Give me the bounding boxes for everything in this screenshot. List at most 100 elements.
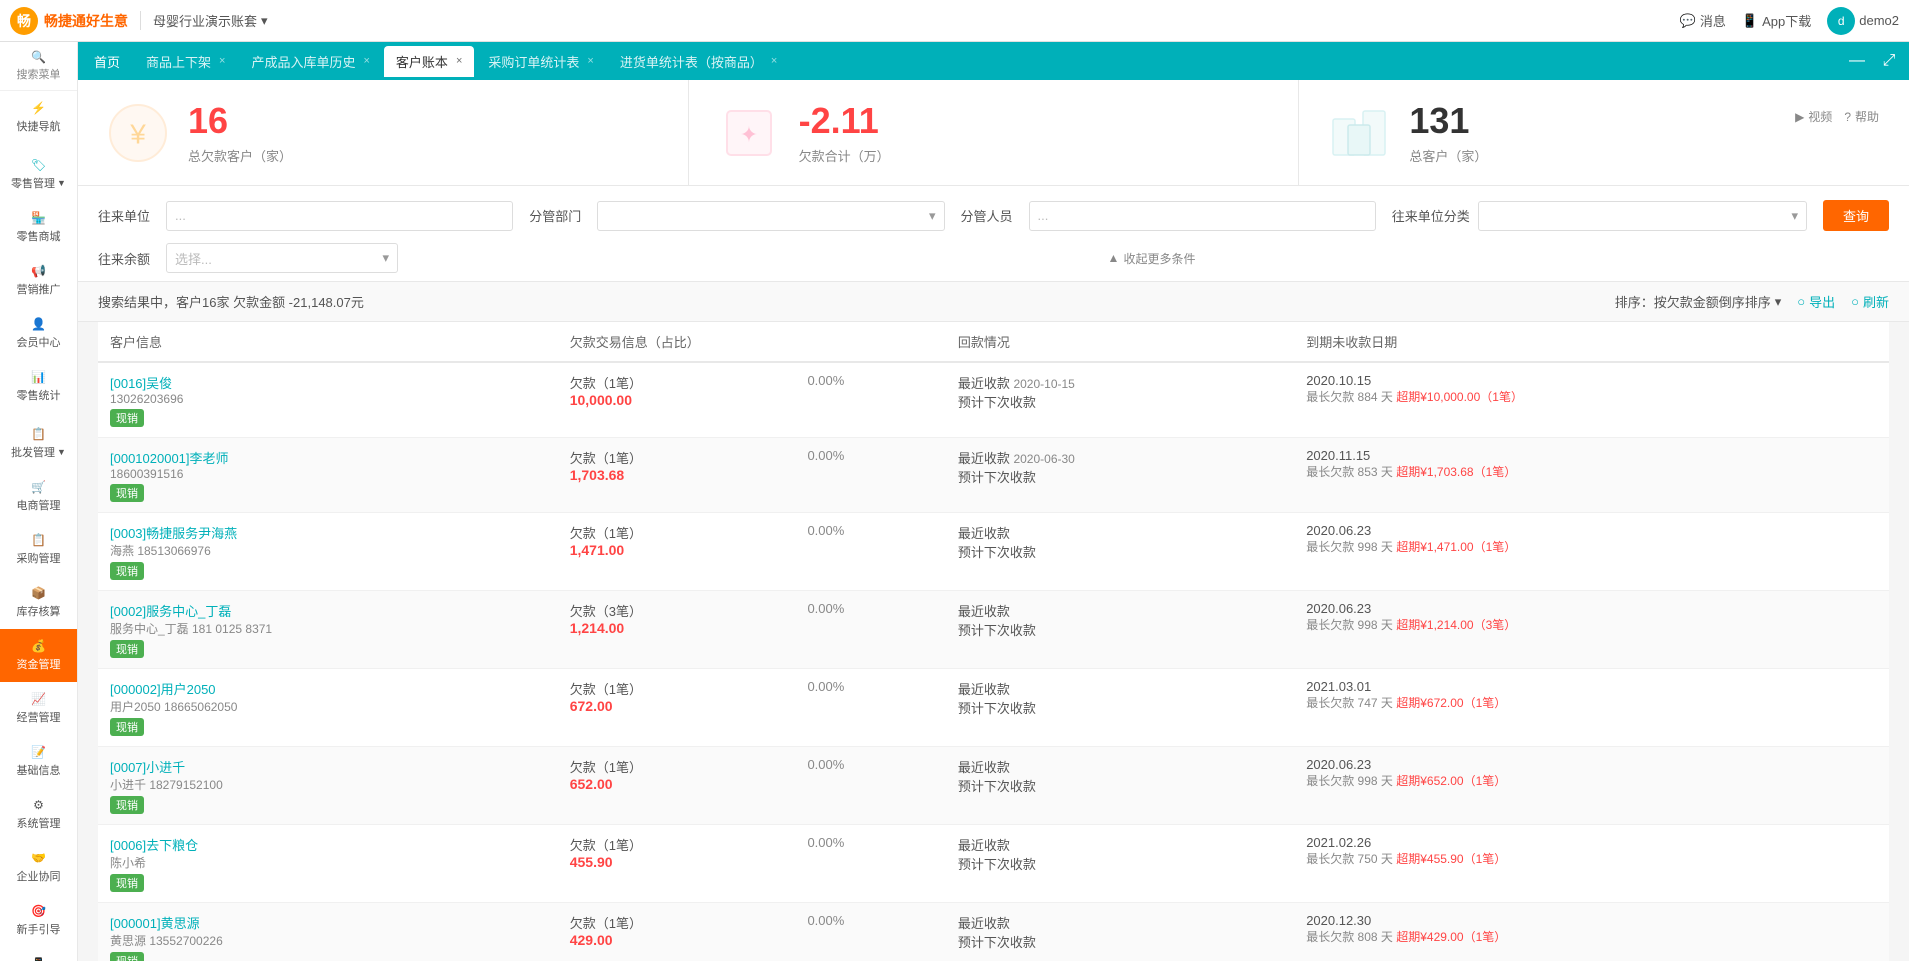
video-button[interactable]: ▶ 视频 <box>1795 108 1832 125</box>
stats-row: ¥ 16 总欠款客户（家） ✦ <box>78 80 1909 186</box>
sidebar-item-operation[interactable]: 📈 经营管理 <box>0 682 77 735</box>
overdue-amount[interactable]: 超期¥10,000.00（1笔） <box>1396 390 1523 404</box>
customer-name[interactable]: [0007]小进千 <box>110 760 185 775</box>
tab-import-label: 进货单统计表（按商品） <box>620 52 763 71</box>
tab-fullscreen-icon[interactable]: ⤢ <box>1877 49 1901 73</box>
due-date: 2020.06.23 <box>1306 523 1877 538</box>
tab-close-icon-3[interactable]: × <box>456 55 462 67</box>
debt-amount[interactable]: 1,214.00 <box>570 620 784 636</box>
from-unit-input[interactable]: ... <box>166 201 513 231</box>
debt-amount[interactable]: 652.00 <box>570 776 784 792</box>
debt-amount[interactable]: 672.00 <box>570 698 784 714</box>
export-label: 导出 <box>1809 292 1835 311</box>
sidebar-item-app-center[interactable]: 📱 应用中心 <box>0 947 77 961</box>
sidebar-item-enterprise[interactable]: 🤝 企业协同 <box>0 841 77 894</box>
next-payment-label: 预计下次收款 <box>958 467 1282 486</box>
overdue-amount[interactable]: 超期¥1,471.00（1笔） <box>1396 540 1516 554</box>
sidebar-item-finance[interactable]: 💰 资金管理 <box>0 629 77 682</box>
sidebar-item-inventory[interactable]: 📦 库存核算 <box>0 576 77 629</box>
dept-select[interactable]: ▾ <box>597 201 944 231</box>
nav-icon: ⚡ <box>31 101 46 115</box>
unit-category-label: 往来单位分类 <box>1392 206 1470 225</box>
user-profile-button[interactable]: d demo2 <box>1827 7 1899 35</box>
tab-home[interactable]: 首页 <box>82 46 132 77</box>
export-button[interactable]: ○ 导出 <box>1797 292 1835 311</box>
due-date-cell: 2020.06.23 最长欠款 998 天 超期¥1,471.00（1笔） <box>1294 513 1889 591</box>
payment-label: 最近收款 <box>958 913 1282 932</box>
tab-production-history[interactable]: 产成品入库单历史 × <box>239 46 381 77</box>
overdue-amount[interactable]: 超期¥672.00（1笔） <box>1396 696 1506 710</box>
tab-close-icon-4[interactable]: × <box>587 55 593 67</box>
help-button[interactable]: ? 帮助 <box>1844 108 1879 125</box>
sidebar-item-ecommerce[interactable]: 🛒 电商管理 <box>0 470 77 523</box>
debt-amount[interactable]: 1,703.68 <box>570 467 784 483</box>
sidebar-item-batch-mgmt[interactable]: 📋 批发管理 ▼ <box>0 417 77 470</box>
sidebar-item-member[interactable]: 👤 会员中心 <box>0 307 77 360</box>
overdue-amount[interactable]: 超期¥652.00（1笔） <box>1396 774 1506 788</box>
search-button[interactable]: 查询 <box>1823 200 1889 231</box>
customer-name[interactable]: [000002]用户2050 <box>110 682 216 697</box>
customer-name[interactable]: [0001020001]李老师 <box>110 451 229 466</box>
debt-count: 欠款（1笔） <box>570 679 784 698</box>
sidebar-item-marketing[interactable]: 📢 营销推广 <box>0 254 77 307</box>
tab-minimize-icon[interactable]: — <box>1845 49 1869 73</box>
message-button[interactable]: 💬 消息 <box>1680 11 1726 30</box>
debt-amount[interactable]: 429.00 <box>570 932 784 948</box>
sidebar-item-nav[interactable]: ⚡ 快捷导航 <box>0 91 77 144</box>
sidebar-item-retail-mgmt[interactable]: 🏷 零售管理 ▼ <box>0 148 77 201</box>
video-label: 视频 <box>1808 108 1832 125</box>
debt-customers-label: 总欠款客户（家） <box>188 146 292 165</box>
sidebar-item-purchase[interactable]: 📋 采购管理 <box>0 523 77 576</box>
due-date-cell: 2020.11.15 最长欠款 853 天 超期¥1,703.68（1笔） <box>1294 438 1889 513</box>
tab-purchase-order[interactable]: 采购订单统计表 × <box>476 46 605 77</box>
customer-name[interactable]: [0003]畅捷服务尹海燕 <box>110 526 237 541</box>
collapse-button[interactable]: ▲ 收起更多条件 <box>1108 250 1196 267</box>
customer-name[interactable]: [000001]黄思源 <box>110 916 200 931</box>
sort-select[interactable]: 排序：按欠款金额倒序排序 ▾ <box>1615 292 1782 311</box>
refresh-icon: ○ <box>1851 294 1859 309</box>
overdue-amount[interactable]: 超期¥1,214.00（3笔） <box>1396 618 1516 632</box>
overdue-amount[interactable]: 超期¥455.90（1笔） <box>1396 852 1506 866</box>
filter-balance: 往来余额 选择... ▾ <box>98 243 398 273</box>
customer-name[interactable]: [0016]吴俊 <box>110 376 172 391</box>
result-summary: 搜索结果中，客户16家 欠款金额 -21,148.07元 <box>98 292 364 311</box>
sidebar-item-retail-shop[interactable]: 🏪 零售商城 <box>0 201 77 254</box>
sidebar-item-newbie[interactable]: 🎯 新手引导 <box>0 894 77 947</box>
enterprise-icon: 🤝 <box>31 851 46 865</box>
balance-select[interactable]: 选择... ▾ <box>166 243 398 273</box>
company-selector[interactable]: 母婴行业演示账套 ▾ <box>140 11 268 30</box>
tab-customer-account[interactable]: 客户账本 × <box>384 46 474 77</box>
customer-name[interactable]: [0002]服务中心_丁磊 <box>110 604 231 619</box>
refresh-button[interactable]: ○ 刷新 <box>1851 292 1889 311</box>
main-content: ¥ 16 总欠款客户（家） ✦ <box>78 80 1909 961</box>
customer-phone: 服务中心_丁磊 181 0125 8371 <box>110 620 546 637</box>
customer-name[interactable]: [0006]去下粮仓 <box>110 838 198 853</box>
tab-product-shelf[interactable]: 商品上下架 × <box>134 46 237 77</box>
sidebar-search[interactable]: 🔍 搜索菜单 <box>0 42 77 91</box>
debt-amount[interactable]: 1,471.00 <box>570 542 784 558</box>
overdue-amount[interactable]: 超期¥1,703.68（1笔） <box>1396 465 1516 479</box>
overdue-amount[interactable]: 超期¥429.00（1笔） <box>1396 930 1506 944</box>
top-bar-right: 💬 消息 📱 App下载 d demo2 <box>1680 7 1899 35</box>
tab-close-icon-5[interactable]: × <box>771 55 777 67</box>
ecommerce-icon: 🛒 <box>31 480 46 494</box>
tab-close-icon[interactable]: × <box>219 55 225 67</box>
inventory-icon: 📦 <box>31 586 46 600</box>
tab-close-icon-2[interactable]: × <box>363 55 369 67</box>
username: demo2 <box>1859 13 1899 28</box>
unit-category-select[interactable]: ▾ <box>1478 201 1807 231</box>
due-date: 2021.03.01 <box>1306 679 1877 694</box>
app-download-button[interactable]: 📱 App下载 <box>1742 11 1811 30</box>
sidebar-item-system[interactable]: ⚙ 系统管理 <box>0 788 77 841</box>
sidebar-item-retail-stats[interactable]: 📊 零售统计 <box>0 360 77 413</box>
manager-input[interactable]: ... <box>1029 201 1376 231</box>
due-date: 2020.06.23 <box>1306 601 1877 616</box>
debt-amount[interactable]: 10,000.00 <box>570 392 784 408</box>
tab-bar: 首页 商品上下架 × 产成品入库单历史 × 客户账本 × 采购订单统计表 × 进… <box>78 42 1909 80</box>
purchase-icon: 📋 <box>31 533 46 547</box>
debt-amount[interactable]: 455.90 <box>570 854 784 870</box>
total-customers-number: 131 <box>1409 100 1487 142</box>
tab-import-stats[interactable]: 进货单统计表（按商品） × <box>608 46 789 77</box>
customer-info-cell: [0016]吴俊 13026203696 现销 <box>98 362 558 438</box>
sidebar-item-base-info[interactable]: 📝 基础信息 <box>0 735 77 788</box>
